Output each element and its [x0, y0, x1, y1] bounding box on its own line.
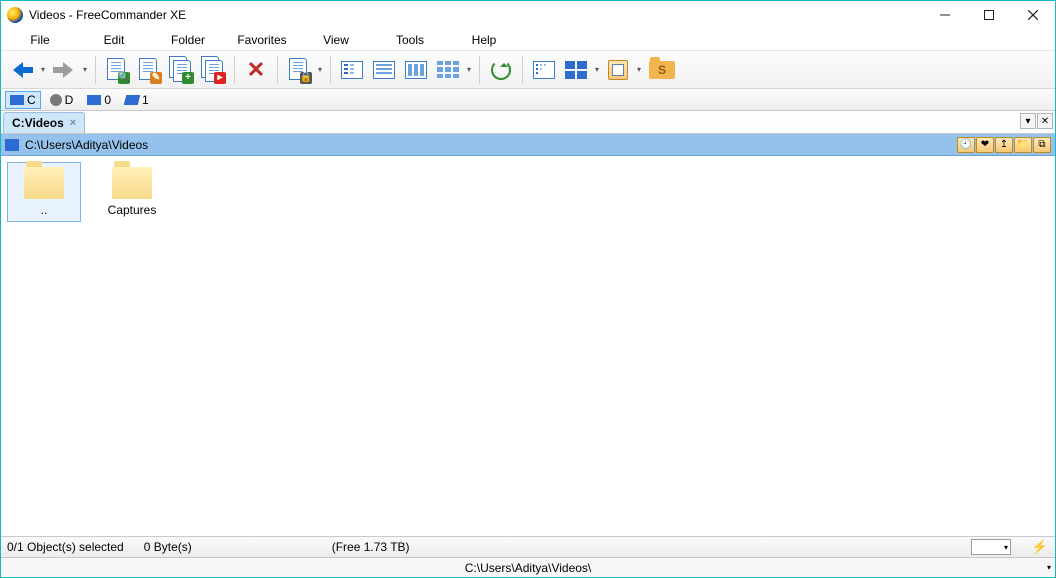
- menu-tools[interactable]: Tools: [373, 29, 447, 51]
- thumbnails-dropdown[interactable]: ▾: [593, 65, 601, 74]
- address-bar[interactable]: C:\Users\Aditya\Videos 🕘 ❤ ↥ 📁 ⧉: [1, 134, 1055, 156]
- minimize-button[interactable]: [923, 1, 967, 29]
- view-thumbnails-button[interactable]: [561, 55, 591, 85]
- maximize-button[interactable]: [967, 1, 1011, 29]
- refresh-button[interactable]: [486, 55, 516, 85]
- command-line-bar[interactable]: C:\Users\Aditya\Videos\ ▾: [1, 557, 1055, 577]
- menu-favorites[interactable]: Favorites: [225, 29, 299, 51]
- drive-label: 1: [142, 93, 149, 107]
- status-dropdown[interactable]: ▾: [971, 539, 1011, 555]
- folder-icon: [112, 167, 152, 199]
- view-file-button[interactable]: 🔍: [102, 55, 132, 85]
- toolbar-separator: [522, 56, 523, 84]
- toolbar-separator: [95, 56, 96, 84]
- folder-icon: [24, 167, 64, 199]
- quick-action-button[interactable]: ⚡: [1031, 539, 1049, 555]
- item-label: ..: [41, 203, 48, 217]
- app-icon: [7, 7, 23, 23]
- drive-c[interactable]: C: [5, 91, 41, 109]
- status-bar: 0/1 Object(s) selected 0 Byte(s) (Free 1…: [1, 537, 1055, 557]
- close-button[interactable]: [1011, 1, 1055, 29]
- view-dropdown[interactable]: ▾: [465, 65, 473, 74]
- command-dropdown-icon[interactable]: ▾: [1047, 563, 1051, 572]
- drive-bar: C D 0 1: [1, 89, 1055, 111]
- properties-button[interactable]: 🔒: [284, 55, 314, 85]
- menu-view[interactable]: View: [299, 29, 373, 51]
- drive-label: C: [27, 93, 36, 107]
- drive-label: 0: [104, 93, 111, 107]
- copy-path-button[interactable]: ⧉: [1033, 137, 1051, 153]
- tab-videos[interactable]: C:Videos ×: [3, 112, 85, 133]
- drive-icon: [5, 139, 19, 151]
- free-space-status: (Free 1.73 TB): [332, 540, 410, 554]
- tab-bar: C:Videos × ▾ ✕: [1, 111, 1055, 134]
- toolbar-separator: [479, 56, 480, 84]
- tab-menu-button[interactable]: ▾: [1020, 113, 1036, 129]
- nav-back-button[interactable]: [7, 55, 37, 85]
- tree-view-button[interactable]: [529, 55, 559, 85]
- folder-item-captures[interactable]: Captures: [95, 162, 169, 222]
- delete-button[interactable]: ✕: [241, 55, 271, 85]
- tab-label: C:Videos: [12, 116, 64, 130]
- menu-folder[interactable]: Folder: [151, 29, 225, 51]
- current-path: C:\Users\Aditya\Videos: [25, 138, 957, 152]
- toolbar-separator: [330, 56, 331, 84]
- edit-file-button[interactable]: ✎: [134, 55, 164, 85]
- tab-close-all-button[interactable]: ✕: [1037, 113, 1053, 129]
- go-up-button[interactable]: ↥: [995, 137, 1013, 153]
- quick-filter-button[interactable]: [603, 55, 633, 85]
- nav-back-dropdown[interactable]: ▾: [39, 65, 47, 74]
- drive-d[interactable]: D: [45, 91, 79, 109]
- move-button[interactable]: ▸: [198, 55, 228, 85]
- item-label: Captures: [108, 203, 157, 217]
- view-details-button[interactable]: [369, 55, 399, 85]
- menu-bar: File Edit Folder Favorites View Tools He…: [1, 29, 1055, 51]
- nav-forward-button[interactable]: [49, 55, 79, 85]
- folder-button[interactable]: 📁: [1014, 137, 1032, 153]
- status-area: 0/1 Object(s) selected 0 Byte(s) (Free 1…: [1, 536, 1055, 577]
- view-list-button[interactable]: [337, 55, 367, 85]
- favorites-button[interactable]: ❤: [976, 137, 994, 153]
- selection-status: 0/1 Object(s) selected: [7, 540, 124, 554]
- file-list[interactable]: .. Captures: [1, 156, 1055, 536]
- nav-forward-dropdown[interactable]: ▾: [81, 65, 89, 74]
- menu-edit[interactable]: Edit: [77, 29, 151, 51]
- main-toolbar: ▾ ▾ 🔍 ✎ + ▸ ✕ 🔒 ▾ ▾ ▾ ▾ S: [1, 51, 1055, 89]
- copy-button[interactable]: +: [166, 55, 196, 85]
- parent-folder-item[interactable]: ..: [7, 162, 81, 222]
- size-status: 0 Byte(s): [144, 540, 192, 554]
- favorites-folder-button[interactable]: S: [645, 55, 679, 85]
- quick-filter-dropdown[interactable]: ▾: [635, 65, 643, 74]
- window-title: Videos - FreeCommander XE: [29, 8, 923, 22]
- drive-0[interactable]: 0: [82, 91, 116, 109]
- properties-dropdown[interactable]: ▾: [316, 65, 324, 74]
- command-path: C:\Users\Aditya\Videos\: [465, 561, 592, 575]
- tab-close-icon[interactable]: ×: [70, 117, 76, 129]
- menu-file[interactable]: File: [3, 29, 77, 51]
- history-button[interactable]: 🕘: [957, 137, 975, 153]
- menu-help[interactable]: Help: [447, 29, 521, 51]
- toolbar-separator: [277, 56, 278, 84]
- drive-label: D: [65, 93, 74, 107]
- title-bar: Videos - FreeCommander XE: [1, 1, 1055, 29]
- view-columns-button[interactable]: [401, 55, 431, 85]
- drive-1[interactable]: 1: [120, 91, 154, 109]
- toolbar-separator: [234, 56, 235, 84]
- view-small-icons-button[interactable]: [433, 55, 463, 85]
